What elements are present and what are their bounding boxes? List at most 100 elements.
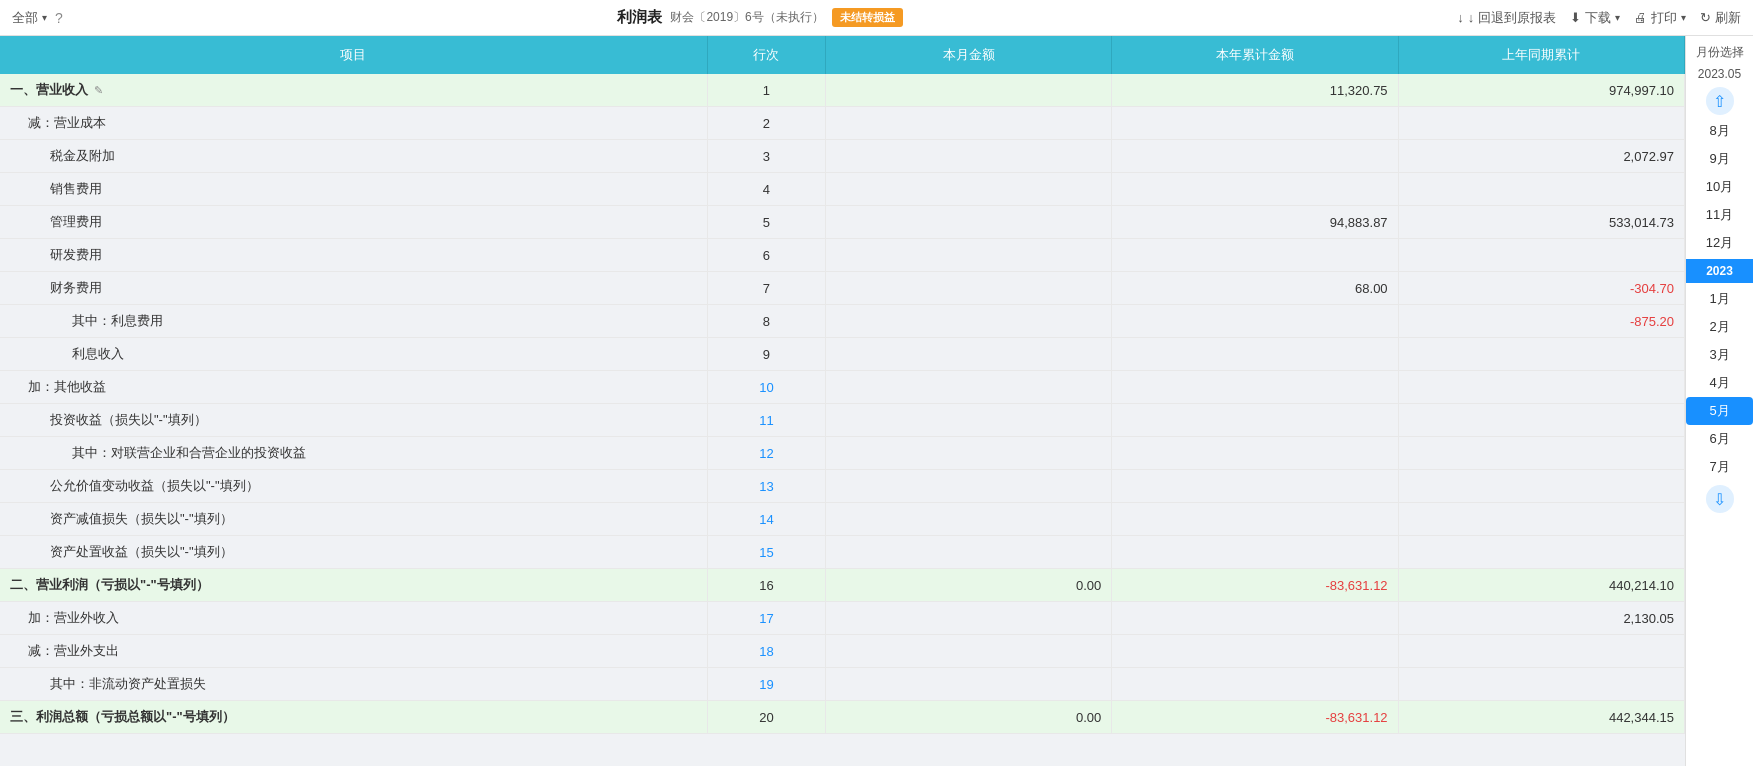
sidebar-month-item[interactable]: 4月: [1686, 369, 1753, 397]
td-row-num: 16: [707, 569, 825, 602]
td-row-num: 20: [707, 701, 825, 734]
td-project: 管理费用: [0, 206, 707, 239]
project-label: 其中：非流动资产处置损失: [50, 676, 206, 691]
project-label: 一、营业收入: [10, 82, 88, 97]
project-label: 研发费用: [50, 247, 102, 262]
sidebar-year: 2023.05: [1698, 67, 1741, 81]
sidebar-month-item[interactable]: 3月: [1686, 341, 1753, 369]
td-month-amount: [825, 536, 1111, 569]
td-year-amount: -83,631.12: [1112, 569, 1398, 602]
project-label: 投资收益（损失以"-"填列）: [50, 412, 207, 427]
table-row: 公允价值变动收益（损失以"-"填列）13: [0, 470, 1685, 503]
td-row-num: 8: [707, 305, 825, 338]
td-month-amount: 0.00: [825, 701, 1111, 734]
project-label: 三、利润总额（亏损总额以"-"号填列）: [10, 709, 235, 724]
td-prev-amount: [1398, 338, 1684, 371]
table-header: 项目 行次 本月金额 本年累计金额 上年同期累计: [0, 36, 1685, 74]
td-year-amount: 68.00: [1112, 272, 1398, 305]
td-row-num: 7: [707, 272, 825, 305]
td-year-amount: [1112, 239, 1398, 272]
print-button[interactable]: 🖨 打印 ▾: [1634, 9, 1686, 27]
td-row-num: 18: [707, 635, 825, 668]
table-row: 减：营业成本2: [0, 107, 1685, 140]
td-prev-amount: -875.20: [1398, 305, 1684, 338]
edit-icon[interactable]: ✎: [94, 84, 103, 96]
sidebar-month-item[interactable]: 11月: [1686, 201, 1753, 229]
help-icon[interactable]: ?: [55, 10, 63, 26]
td-year-amount: [1112, 602, 1398, 635]
sidebar-month-active[interactable]: 5月: [1686, 397, 1753, 425]
td-year-amount: [1112, 503, 1398, 536]
sidebar-month-item[interactable]: 2月: [1686, 313, 1753, 341]
sidebar-month-item[interactable]: 1月: [1686, 285, 1753, 313]
td-row-num: 3: [707, 140, 825, 173]
td-row-num: 17: [707, 602, 825, 635]
td-year-amount: [1112, 470, 1398, 503]
td-prev-amount: 442,344.15: [1398, 701, 1684, 734]
td-prev-amount: 2,130.05: [1398, 602, 1684, 635]
td-row-num: 15: [707, 536, 825, 569]
td-project: 其中：对联营企业和合营企业的投资收益: [0, 437, 707, 470]
td-month-amount: [825, 206, 1111, 239]
unrealized-badge[interactable]: 未结转损益: [832, 8, 903, 27]
td-year-amount: [1112, 635, 1398, 668]
td-month-amount: [825, 371, 1111, 404]
download-button[interactable]: ⬇ 下载 ▾: [1570, 9, 1620, 27]
sidebar-down-btn[interactable]: ⇩: [1706, 485, 1734, 513]
table-row: 其中：对联营企业和合营企业的投资收益12: [0, 437, 1685, 470]
td-project: 一、营业收入 ✎: [0, 74, 707, 107]
print-arrow-icon: ▾: [1681, 12, 1686, 23]
sidebar: 月份选择 2023.05 ⇧ 8月9月10月11月12月20231月2月3月4月…: [1685, 36, 1753, 766]
td-prev-amount: [1398, 668, 1684, 701]
table-row: 其中：非流动资产处置损失19: [0, 668, 1685, 701]
sidebar-month-item[interactable]: 10月: [1686, 173, 1753, 201]
table-row: 研发费用 6: [0, 239, 1685, 272]
td-prev-amount: [1398, 239, 1684, 272]
sidebar-months: 8月9月10月11月12月20231月2月3月4月5月6月7月: [1686, 117, 1753, 481]
sidebar-month-item[interactable]: 12月: [1686, 229, 1753, 257]
project-label: 减：营业外支出: [28, 643, 119, 658]
td-month-amount: [825, 272, 1111, 305]
td-prev-amount: [1398, 107, 1684, 140]
col-header-prev: 上年同期累计: [1398, 36, 1684, 74]
dropdown-arrow-icon: ▾: [42, 12, 47, 23]
td-row-num: 6: [707, 239, 825, 272]
td-project: 资产处置收益（损失以"-"填列）: [0, 536, 707, 569]
td-year-amount: [1112, 107, 1398, 140]
sidebar-month-item[interactable]: 8月: [1686, 117, 1753, 145]
td-prev-amount: 533,014.73: [1398, 206, 1684, 239]
page-subtitle: 财会〔2019〕6号（未执行）: [670, 9, 823, 26]
project-label: 加：营业外收入: [28, 610, 119, 625]
col-header-year: 本年累计金额: [1112, 36, 1398, 74]
download-icon: ⬇: [1570, 10, 1581, 25]
refresh-button[interactable]: ↻ 刷新: [1700, 9, 1741, 27]
download-arrow-icon: ▾: [1615, 12, 1620, 23]
table-row: 减：营业外支出 18: [0, 635, 1685, 668]
td-month-amount: [825, 239, 1111, 272]
td-month-amount: 0.00: [825, 569, 1111, 602]
td-row-num: 1: [707, 74, 825, 107]
sidebar-up-btn[interactable]: ⇧: [1706, 87, 1734, 115]
table-row: 投资收益（损失以"-"填列）11: [0, 404, 1685, 437]
sidebar-month-item[interactable]: 9月: [1686, 145, 1753, 173]
td-prev-amount: [1398, 371, 1684, 404]
td-project: 三、利润总额（亏损总额以"-"号填列）: [0, 701, 707, 734]
td-year-amount: 11,320.75: [1112, 74, 1398, 107]
back-button[interactable]: ↓ ↓ 回退到原报表: [1457, 9, 1556, 27]
td-row-num: 9: [707, 338, 825, 371]
td-prev-amount: [1398, 470, 1684, 503]
td-row-num: 4: [707, 173, 825, 206]
sidebar-month-item[interactable]: 6月: [1686, 425, 1753, 453]
td-prev-amount: 974,997.10: [1398, 74, 1684, 107]
org-selector[interactable]: 全部 ▾: [12, 9, 47, 27]
refresh-icon: ↻: [1700, 10, 1711, 25]
td-month-amount: [825, 173, 1111, 206]
table-row: 三、利润总额（亏损总额以"-"号填列）200.00-83,631.12442,3…: [0, 701, 1685, 734]
td-prev-amount: [1398, 173, 1684, 206]
td-month-amount: [825, 338, 1111, 371]
td-month-amount: [825, 437, 1111, 470]
td-month-amount: [825, 602, 1111, 635]
table-area: 项目 行次 本月金额 本年累计金额 上年同期累计 一、营业收入 ✎ 1 11,320.…: [0, 36, 1685, 766]
sidebar-month-item[interactable]: 7月: [1686, 453, 1753, 481]
td-project: 加：营业外收入: [0, 602, 707, 635]
